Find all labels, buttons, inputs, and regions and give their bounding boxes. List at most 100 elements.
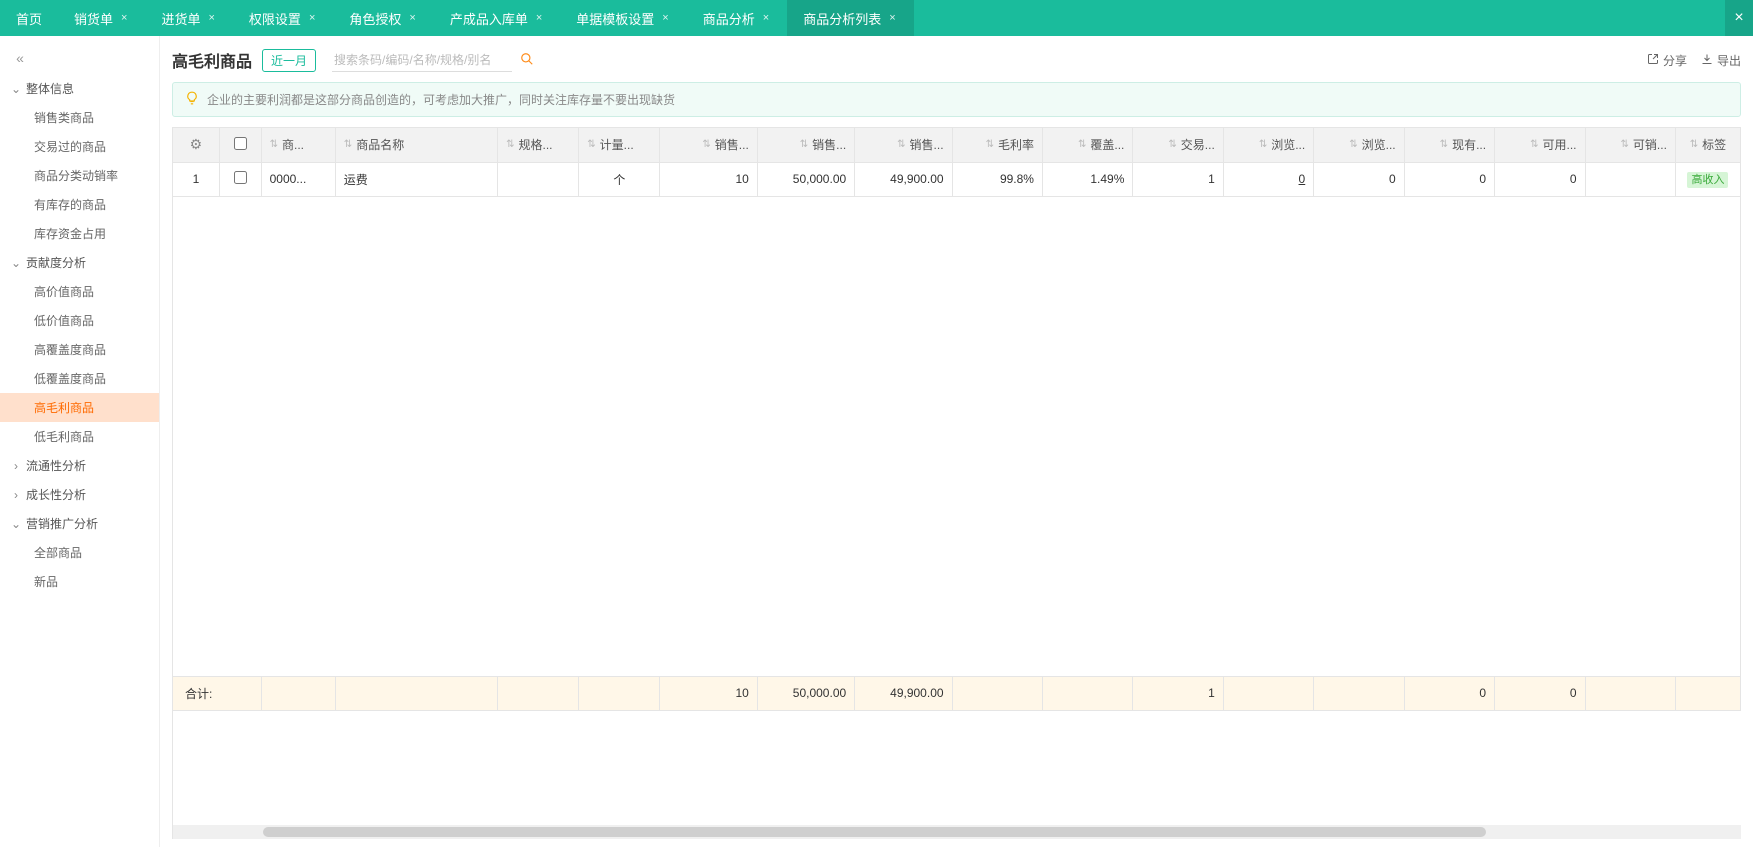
cell-view1[interactable]: 0 — [1223, 162, 1313, 196]
sidebar-item[interactable]: 高覆盖度商品 — [0, 335, 159, 364]
scrollbar-thumb[interactable] — [263, 827, 1486, 837]
column-label: 规格... — [519, 136, 553, 153]
column-coverage[interactable]: ⇅覆盖... — [1042, 128, 1132, 162]
sidebar-group-2[interactable]: ›流通性分析 — [0, 451, 159, 480]
tab-4[interactable]: 角色授权× — [333, 0, 433, 36]
sidebar-item[interactable]: 低覆盖度商品 — [0, 364, 159, 393]
sort-icon: ⇅ — [1690, 139, 1698, 150]
sort-icon: ⇅ — [1168, 139, 1176, 150]
close-icon[interactable]: × — [534, 12, 544, 24]
sort-icon: ⇅ — [1349, 139, 1357, 150]
chevron-down-icon: ⌄ — [10, 82, 22, 96]
sort-icon: ⇅ — [270, 139, 278, 150]
close-icon[interactable]: × — [407, 12, 417, 24]
tab-1[interactable]: 销货单 × — [58, 0, 145, 36]
tab-label: 销货单 — [74, 9, 113, 28]
column-saleable[interactable]: ⇅可销... — [1585, 128, 1675, 162]
select-all-checkbox[interactable] — [234, 137, 247, 150]
horizontal-scrollbar[interactable] — [173, 825, 1741, 839]
chevron-right-icon: › — [10, 459, 22, 473]
share-label: 分享 — [1663, 52, 1687, 69]
column-label: 商品名称 — [356, 136, 404, 153]
footer-profit: 49,900.00 — [855, 676, 952, 710]
search-input[interactable] — [332, 49, 512, 72]
sidebar-item[interactable]: 低毛利商品 — [0, 422, 159, 451]
column-margin[interactable]: ⇅毛利率 — [952, 128, 1042, 162]
sidebar-item[interactable]: 商品分类动销率 — [0, 161, 159, 190]
close-icon[interactable]: × — [119, 12, 129, 24]
column-profit[interactable]: ⇅销售... — [855, 128, 952, 162]
main: 高毛利商品 近一月 分享 导出 — [160, 36, 1753, 847]
row-checkbox[interactable] — [234, 171, 247, 184]
column-amount[interactable]: ⇅销售... — [757, 128, 854, 162]
sidebar-item[interactable]: 交易过的商品 — [0, 132, 159, 161]
column-unit[interactable]: ⇅计量... — [579, 128, 660, 162]
close-icon[interactable]: × — [761, 12, 771, 24]
search-icon[interactable] — [516, 50, 538, 71]
tab-label: 商品分析列表 — [803, 9, 881, 28]
sidebar-group-3[interactable]: ›成长性分析 — [0, 480, 159, 509]
share-button[interactable]: 分享 — [1647, 52, 1687, 69]
column-label: 销售... — [910, 136, 944, 153]
column-select-all[interactable] — [219, 128, 261, 162]
close-icon[interactable]: × — [206, 12, 216, 24]
sidebar-group-0[interactable]: ⌄整体信息 — [0, 74, 159, 103]
export-icon — [1701, 53, 1713, 68]
column-label: 交易... — [1181, 136, 1215, 153]
close-icon[interactable]: × — [307, 12, 317, 24]
tab-3[interactable]: 权限设置× — [233, 0, 333, 36]
toolbar: 高毛利商品 近一月 分享 导出 — [172, 36, 1741, 82]
table-row[interactable]: 10000...运费个1050,000.0049,900.0099.8%1.49… — [173, 162, 1741, 196]
sort-icon: ⇅ — [1078, 139, 1086, 150]
tab-7[interactable]: 商品分析× — [687, 0, 787, 36]
sidebar-item[interactable]: 全部商品 — [0, 538, 159, 567]
tab-6[interactable]: 单据模板设置× — [560, 0, 686, 36]
column-qty[interactable]: ⇅销售... — [660, 128, 757, 162]
column-name[interactable]: ⇅商品名称 — [335, 128, 497, 162]
table-scroll[interactable]: ⚙ ⇅商... ⇅商品名称 ⇅规格... ⇅计量... ⇅销售... ⇅销售..… — [173, 128, 1741, 823]
sidebar-item[interactable]: 销售类商品 — [0, 103, 159, 132]
export-button[interactable]: 导出 — [1701, 52, 1741, 69]
sort-icon: ⇅ — [1530, 139, 1538, 150]
column-stock[interactable]: ⇅现有... — [1404, 128, 1494, 162]
tab-5[interactable]: 产成品入库单× — [434, 0, 560, 36]
sidebar-group-1[interactable]: ⌄贡献度分析 — [0, 248, 159, 277]
sidebar-item[interactable]: 新品 — [0, 567, 159, 596]
cell-coverage: 1.49% — [1042, 162, 1132, 196]
close-icon[interactable]: × — [887, 12, 897, 24]
sidebar-group-label: 营销推广分析 — [26, 515, 98, 532]
sidebar-item[interactable]: 低价值商品 — [0, 306, 159, 335]
tab-8[interactable]: 商品分析列表 × — [787, 0, 913, 36]
sidebar: « ⌄整体信息销售类商品交易过的商品商品分类动销率有库存的商品库存资金占用⌄贡献… — [0, 36, 160, 847]
column-settings[interactable]: ⚙ — [173, 128, 219, 162]
sidebar-item[interactable]: 高毛利商品 — [0, 393, 159, 422]
gear-icon: ⚙ — [190, 136, 203, 152]
column-code[interactable]: ⇅商... — [261, 128, 335, 162]
column-trade[interactable]: ⇅ 交易... — [1133, 128, 1223, 162]
sidebar-group-4[interactable]: ⌄营销推广分析 — [0, 509, 159, 538]
tab-label: 首页 — [16, 9, 42, 28]
row-index: 1 — [173, 162, 219, 196]
column-avail[interactable]: ⇅可用... — [1495, 128, 1585, 162]
sidebar-item[interactable]: 有库存的商品 — [0, 190, 159, 219]
column-view1[interactable]: ⇅浏览... — [1223, 128, 1313, 162]
period-chip[interactable]: 近一月 — [262, 49, 316, 72]
sidebar-item[interactable]: 高价值商品 — [0, 277, 159, 306]
tab-2[interactable]: 进货单× — [145, 0, 232, 36]
tab-0[interactable]: 首页 — [0, 0, 58, 36]
cell-tag: 高收入 — [1675, 162, 1740, 196]
sort-icon: ⇅ — [986, 139, 994, 150]
cell-trade: 1 — [1133, 162, 1223, 196]
row-select[interactable] — [219, 162, 261, 196]
column-tag[interactable]: ⇅标签 — [1675, 128, 1740, 162]
column-spec[interactable]: ⇅规格... — [498, 128, 579, 162]
cell-unit: 个 — [579, 162, 660, 196]
tab-close-all[interactable]: × — [1725, 0, 1753, 36]
close-icon[interactable]: × — [660, 12, 670, 24]
sidebar-collapse-icon[interactable]: « — [8, 46, 32, 70]
cell-stock: 0 — [1404, 162, 1494, 196]
sidebar-item[interactable]: 库存资金占用 — [0, 219, 159, 248]
cell-name: 运费 — [335, 162, 497, 196]
search-wrap — [332, 49, 538, 72]
column-view2[interactable]: ⇅浏览... — [1314, 128, 1404, 162]
